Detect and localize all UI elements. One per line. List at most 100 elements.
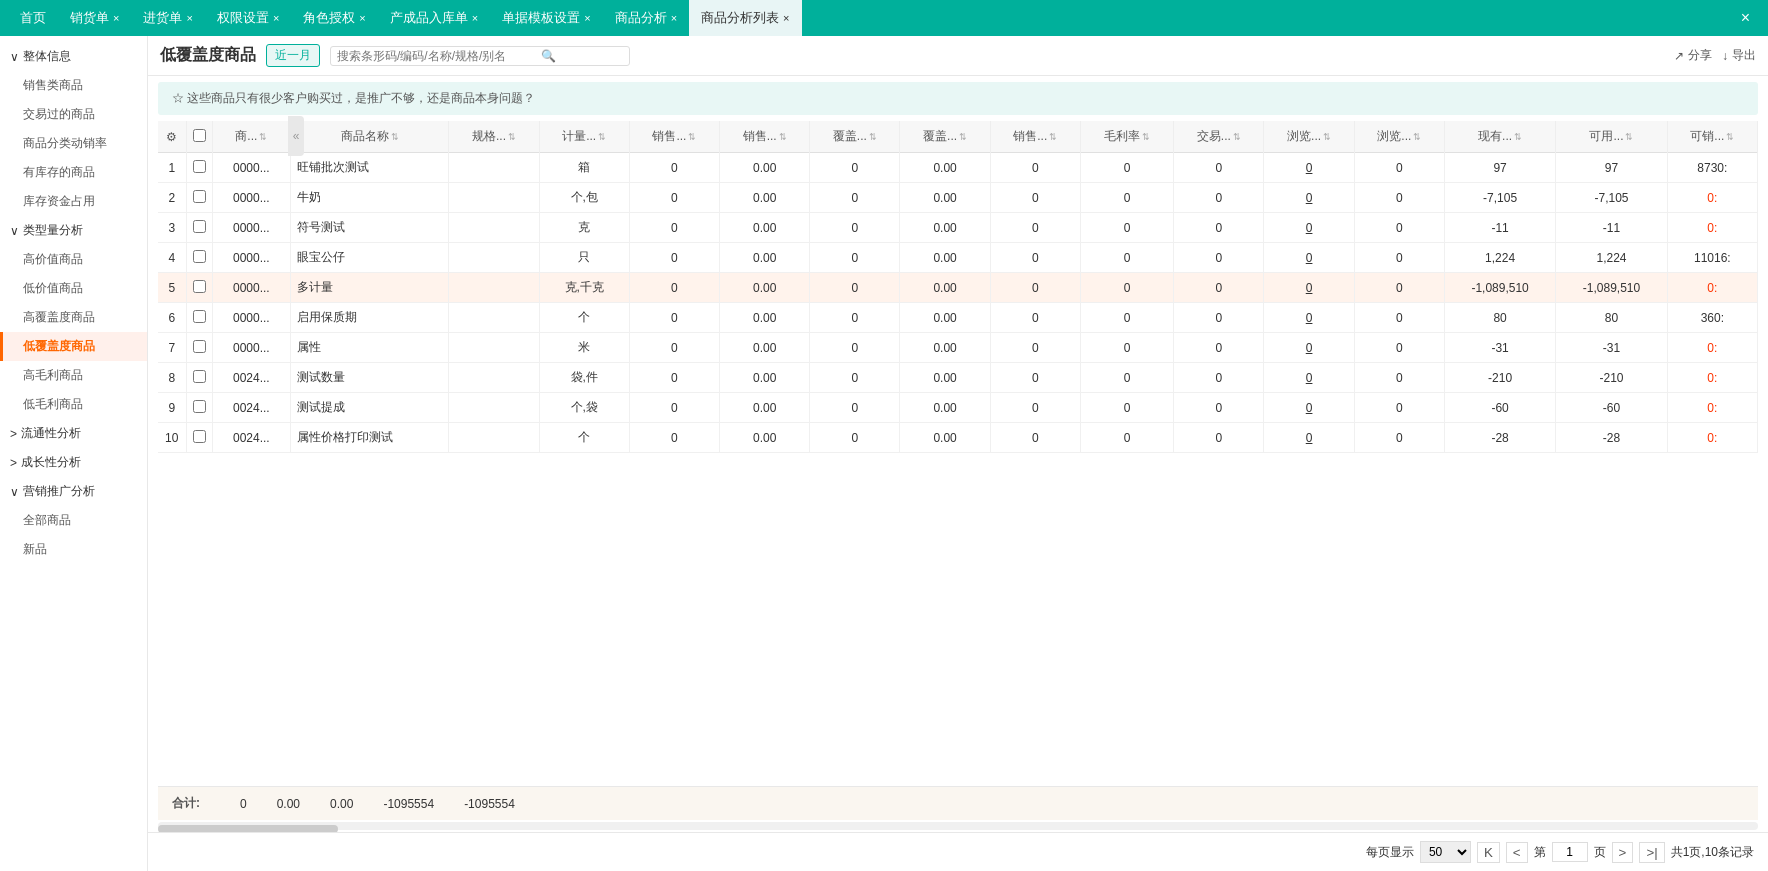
nav-finished-goods-close[interactable]: × — [472, 12, 478, 24]
row-name[interactable]: 属性 — [291, 333, 449, 363]
sidebar-item-high-coverage[interactable]: 高覆盖度商品 — [0, 303, 147, 332]
row-checkbox[interactable] — [186, 213, 212, 243]
export-button[interactable]: ↓ 导出 — [1722, 47, 1756, 64]
last-page-button[interactable]: >| — [1639, 842, 1664, 863]
col-spec[interactable]: 规格...⇅ — [449, 121, 539, 153]
nav-sales-close[interactable]: × — [113, 12, 119, 24]
row-checkbox[interactable] — [186, 363, 212, 393]
row-checkbox[interactable] — [186, 303, 212, 333]
sidebar-section-marketing[interactable]: ∨ 营销推广分析 — [0, 477, 147, 506]
row-browse1[interactable]: 0 — [1264, 303, 1354, 333]
row-name[interactable]: 牛奶 — [291, 183, 449, 213]
sidebar-item-low-coverage[interactable]: 低覆盖度商品 — [0, 332, 147, 361]
nav-permissions[interactable]: 权限设置 × — [205, 0, 291, 36]
nav-permissions-close[interactable]: × — [273, 12, 279, 24]
row-name[interactable]: 测试数量 — [291, 363, 449, 393]
col-gross-rate[interactable]: 毛利率⇅ — [1080, 121, 1173, 153]
sidebar-item-sales-products[interactable]: 销售类商品 — [0, 71, 147, 100]
horizontal-scrollbar[interactable] — [158, 822, 1758, 830]
sidebar-item-high-margin[interactable]: 高毛利商品 — [0, 361, 147, 390]
row-name[interactable]: 旺铺批次测试 — [291, 153, 449, 183]
sidebar-item-all-products[interactable]: 全部商品 — [0, 506, 147, 535]
nav-purchase[interactable]: 进货单 × — [131, 0, 204, 36]
prev-page-button[interactable]: < — [1506, 842, 1528, 863]
col-saleable[interactable]: 可销...⇅ — [1667, 121, 1757, 153]
filter-period-button[interactable]: 近一月 — [266, 44, 320, 67]
row-name[interactable]: 启用保质期 — [291, 303, 449, 333]
nav-home[interactable]: 首页 — [8, 0, 58, 36]
page-number-input[interactable] — [1552, 842, 1588, 862]
col-name[interactable]: 商品名称⇅ — [291, 121, 449, 153]
row-checkbox[interactable] — [186, 153, 212, 183]
sidebar-section-growth[interactable]: > 成长性分析 — [0, 448, 147, 477]
nav-purchase-close[interactable]: × — [186, 12, 192, 24]
row-browse1[interactable]: 0 — [1264, 393, 1354, 423]
close-all-button[interactable]: × — [1731, 9, 1760, 27]
nav-product-analysis-close[interactable]: × — [671, 12, 677, 24]
search-input[interactable] — [337, 49, 537, 63]
sidebar-collapse-button[interactable]: « — [288, 116, 304, 156]
row-browse1[interactable]: 0 — [1264, 333, 1354, 363]
sidebar-item-inventory-capital[interactable]: 库存资金占用 — [0, 187, 147, 216]
row-browse1[interactable]: 0 — [1264, 423, 1354, 453]
row-name[interactable]: 属性价格打印测试 — [291, 423, 449, 453]
col-unit[interactable]: 计量...⇅ — [539, 121, 629, 153]
row-browse1[interactable]: 0 — [1264, 153, 1354, 183]
col-sales3[interactable]: 销售...⇅ — [990, 121, 1080, 153]
nav-sales[interactable]: 销货单 × — [58, 0, 131, 36]
row-browse1[interactable]: 0 — [1264, 213, 1354, 243]
row-browse1[interactable]: 0 — [1264, 243, 1354, 273]
col-code[interactable]: 商...⇅ — [212, 121, 291, 153]
col-cover1[interactable]: 覆盖...⇅ — [810, 121, 900, 153]
sidebar-item-traded-products[interactable]: 交易过的商品 — [0, 100, 147, 129]
nav-roles[interactable]: 角色授权 × — [291, 0, 377, 36]
row-checkbox[interactable] — [186, 423, 212, 453]
sidebar-item-low-margin[interactable]: 低毛利商品 — [0, 390, 147, 419]
nav-roles-close[interactable]: × — [359, 12, 365, 24]
sidebar-section-overview[interactable]: ∨ 整体信息 — [0, 42, 147, 71]
row-name[interactable]: 眼宝公仔 — [291, 243, 449, 273]
sidebar-section-circulation[interactable]: > 流通性分析 — [0, 419, 147, 448]
col-trade[interactable]: 交易...⇅ — [1174, 121, 1264, 153]
col-available[interactable]: 可用...⇅ — [1556, 121, 1667, 153]
nav-product-analysis-list-close[interactable]: × — [783, 12, 789, 24]
row-name[interactable]: 多计量 — [291, 273, 449, 303]
next-page-button[interactable]: > — [1612, 842, 1634, 863]
sidebar-item-category-rate[interactable]: 商品分类动销率 — [0, 129, 147, 158]
per-page-select[interactable]: 50 20 100 200 — [1420, 841, 1471, 863]
col-browse1[interactable]: 浏览...⇅ — [1264, 121, 1354, 153]
nav-template[interactable]: 单据模板设置 × — [490, 0, 602, 36]
row-unit: 克 — [539, 213, 629, 243]
share-button[interactable]: ↗ 分享 — [1674, 47, 1712, 64]
col-browse2[interactable]: 浏览...⇅ — [1354, 121, 1444, 153]
first-page-button[interactable]: K — [1477, 842, 1500, 863]
row-name[interactable]: 符号测试 — [291, 213, 449, 243]
row-checkbox[interactable] — [186, 393, 212, 423]
sidebar-item-new-products[interactable]: 新品 — [0, 535, 147, 564]
col-sales-amount[interactable]: 销售...⇅ — [720, 121, 810, 153]
sidebar-item-stocked-products[interactable]: 有库存的商品 — [0, 158, 147, 187]
col-settings[interactable]: ⚙ — [158, 121, 186, 153]
select-all-checkbox[interactable] — [193, 129, 206, 142]
row-checkbox[interactable] — [186, 273, 212, 303]
sidebar-item-high-value[interactable]: 高价值商品 — [0, 245, 147, 274]
row-browse1[interactable]: 0 — [1264, 183, 1354, 213]
row-checkbox[interactable] — [186, 333, 212, 363]
settings-icon[interactable]: ⚙ — [166, 130, 177, 144]
col-checkbox[interactable] — [186, 121, 212, 153]
row-name[interactable]: 测试提成 — [291, 393, 449, 423]
nav-product-analysis-list[interactable]: 商品分析列表 × — [689, 0, 801, 36]
nav-template-close[interactable]: × — [584, 12, 590, 24]
col-current-stock[interactable]: 现有...⇅ — [1444, 121, 1555, 153]
search-icon[interactable]: 🔍 — [541, 49, 556, 63]
sidebar-section-type[interactable]: ∨ 类型量分析 — [0, 216, 147, 245]
nav-product-analysis[interactable]: 商品分析 × — [603, 0, 689, 36]
nav-finished-goods[interactable]: 产成品入库单 × — [378, 0, 490, 36]
row-browse1[interactable]: 0 — [1264, 363, 1354, 393]
row-browse1[interactable]: 0 — [1264, 273, 1354, 303]
sidebar-item-low-value[interactable]: 低价值商品 — [0, 274, 147, 303]
row-checkbox[interactable] — [186, 243, 212, 273]
col-sales-qty[interactable]: 销售...⇅ — [629, 121, 719, 153]
col-cover2[interactable]: 覆盖...⇅ — [900, 121, 990, 153]
row-checkbox[interactable] — [186, 183, 212, 213]
